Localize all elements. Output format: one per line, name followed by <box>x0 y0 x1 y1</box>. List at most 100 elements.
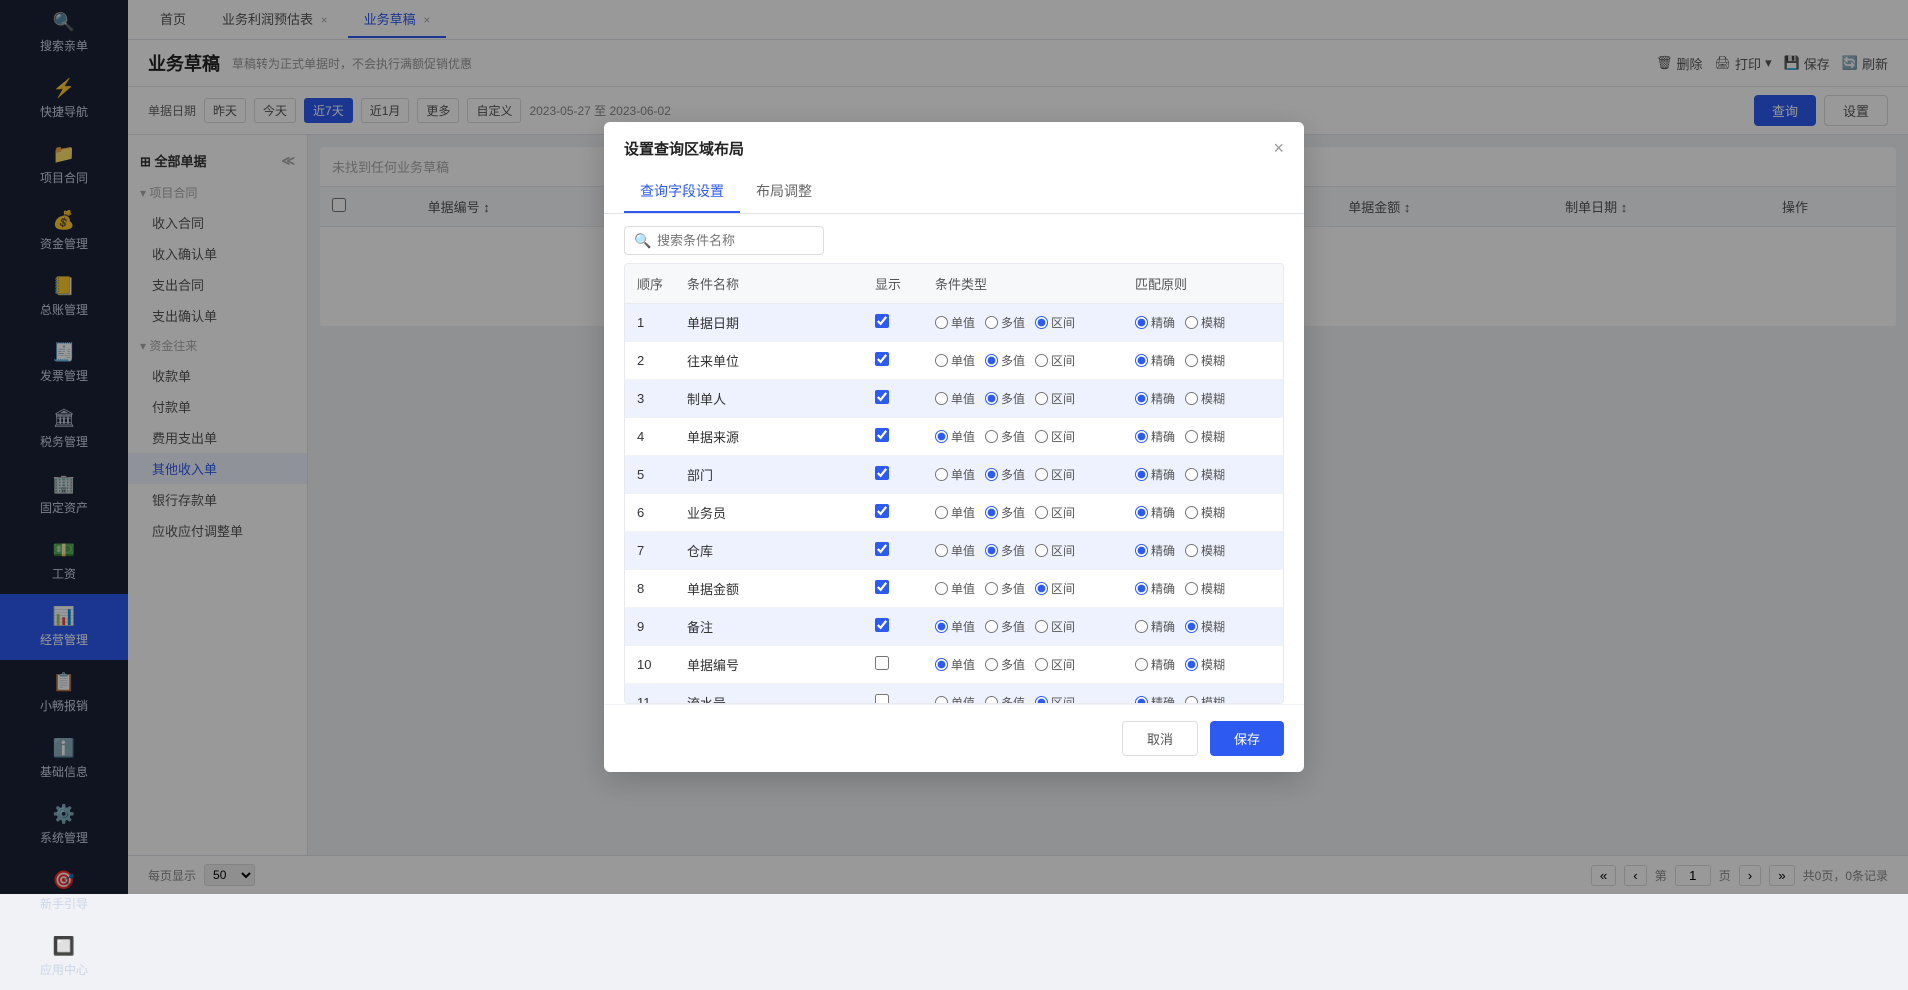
type-radio[interactable] <box>985 392 998 405</box>
match-radio-label[interactable]: 模糊 <box>1185 580 1225 597</box>
match-radio[interactable] <box>1135 696 1148 704</box>
type-radio[interactable] <box>935 582 948 595</box>
match-radio[interactable] <box>1185 430 1198 443</box>
type-radio-label[interactable]: 单值 <box>935 314 975 331</box>
match-radio[interactable] <box>1185 392 1198 405</box>
show-checkbox[interactable] <box>875 694 889 704</box>
dialog-tab-field-settings[interactable]: 查询字段设置 <box>624 171 740 213</box>
type-radio-label[interactable]: 单值 <box>935 580 975 597</box>
show-checkbox[interactable] <box>875 618 889 632</box>
show-checkbox[interactable] <box>875 314 889 328</box>
type-radio-label[interactable]: 区间 <box>1035 504 1075 521</box>
type-radio[interactable] <box>1035 354 1048 367</box>
type-radio-label[interactable]: 单值 <box>935 542 975 559</box>
dialog-tab-layout[interactable]: 布局调整 <box>740 171 828 213</box>
show-checkbox[interactable] <box>875 390 889 404</box>
type-radio[interactable] <box>1035 392 1048 405</box>
type-radio[interactable] <box>935 544 948 557</box>
match-radio-label[interactable]: 模糊 <box>1185 504 1225 521</box>
match-radio[interactable] <box>1185 544 1198 557</box>
match-radio-label[interactable]: 精确 <box>1135 618 1175 635</box>
show-checkbox[interactable] <box>875 542 889 556</box>
dialog-close-btn[interactable]: × <box>1273 138 1284 159</box>
type-radio-label[interactable]: 区间 <box>1035 618 1075 635</box>
type-radio[interactable] <box>1035 316 1048 329</box>
match-radio-label[interactable]: 精确 <box>1135 390 1175 407</box>
match-radio[interactable] <box>1135 658 1148 671</box>
type-radio-label[interactable]: 多值 <box>985 390 1025 407</box>
match-radio-label[interactable]: 精确 <box>1135 504 1175 521</box>
type-radio-label[interactable]: 多值 <box>985 314 1025 331</box>
type-radio[interactable] <box>985 316 998 329</box>
type-radio-label[interactable]: 多值 <box>985 542 1025 559</box>
match-radio-label[interactable]: 精确 <box>1135 352 1175 369</box>
match-radio-label[interactable]: 模糊 <box>1185 390 1225 407</box>
type-radio-label[interactable]: 区间 <box>1035 314 1075 331</box>
show-checkbox[interactable] <box>875 656 889 670</box>
match-radio-label[interactable]: 模糊 <box>1185 314 1225 331</box>
sidebar-item-apps[interactable]: 🔲 应用中心 <box>0 924 128 990</box>
type-radio-label[interactable]: 区间 <box>1035 656 1075 673</box>
match-radio[interactable] <box>1185 582 1198 595</box>
match-radio[interactable] <box>1135 392 1148 405</box>
type-radio-label[interactable]: 单值 <box>935 390 975 407</box>
match-radio[interactable] <box>1135 468 1148 481</box>
match-radio-label[interactable]: 精确 <box>1135 428 1175 445</box>
type-radio[interactable] <box>985 658 998 671</box>
match-radio-label[interactable]: 模糊 <box>1185 694 1225 704</box>
type-radio-label[interactable]: 区间 <box>1035 580 1075 597</box>
type-radio-label[interactable]: 区间 <box>1035 428 1075 445</box>
match-radio-label[interactable]: 模糊 <box>1185 618 1225 635</box>
type-radio[interactable] <box>985 620 998 633</box>
type-radio-label[interactable]: 区间 <box>1035 694 1075 704</box>
dialog-search-input[interactable] <box>624 226 824 255</box>
match-radio[interactable] <box>1135 354 1148 367</box>
type-radio[interactable] <box>985 430 998 443</box>
type-radio-label[interactable]: 单值 <box>935 656 975 673</box>
type-radio-label[interactable]: 区间 <box>1035 542 1075 559</box>
type-radio-label[interactable]: 单值 <box>935 352 975 369</box>
match-radio[interactable] <box>1135 544 1148 557</box>
type-radio-label[interactable]: 区间 <box>1035 466 1075 483</box>
type-radio[interactable] <box>935 430 948 443</box>
type-radio[interactable] <box>1035 506 1048 519</box>
type-radio[interactable] <box>985 544 998 557</box>
match-radio[interactable] <box>1185 468 1198 481</box>
save-button[interactable]: 保存 <box>1210 721 1284 756</box>
type-radio-label[interactable]: 单值 <box>935 428 975 445</box>
match-radio[interactable] <box>1185 506 1198 519</box>
show-checkbox[interactable] <box>875 428 889 442</box>
type-radio[interactable] <box>985 696 998 704</box>
type-radio[interactable] <box>1035 582 1048 595</box>
type-radio[interactable] <box>935 316 948 329</box>
show-checkbox[interactable] <box>875 580 889 594</box>
type-radio-label[interactable]: 单值 <box>935 694 975 704</box>
type-radio[interactable] <box>1035 620 1048 633</box>
match-radio[interactable] <box>1135 316 1148 329</box>
match-radio-label[interactable]: 模糊 <box>1185 466 1225 483</box>
type-radio[interactable] <box>985 506 998 519</box>
match-radio-label[interactable]: 精确 <box>1135 694 1175 704</box>
type-radio-label[interactable]: 多值 <box>985 656 1025 673</box>
type-radio[interactable] <box>935 620 948 633</box>
match-radio[interactable] <box>1135 620 1148 633</box>
match-radio[interactable] <box>1135 582 1148 595</box>
type-radio-label[interactable]: 多值 <box>985 428 1025 445</box>
match-radio-label[interactable]: 精确 <box>1135 314 1175 331</box>
type-radio[interactable] <box>985 582 998 595</box>
type-radio[interactable] <box>935 354 948 367</box>
type-radio[interactable] <box>985 354 998 367</box>
type-radio-label[interactable]: 多值 <box>985 580 1025 597</box>
type-radio[interactable] <box>935 506 948 519</box>
type-radio[interactable] <box>1035 544 1048 557</box>
type-radio[interactable] <box>1035 468 1048 481</box>
match-radio[interactable] <box>1185 354 1198 367</box>
match-radio[interactable] <box>1185 696 1198 704</box>
match-radio-label[interactable]: 模糊 <box>1185 542 1225 559</box>
type-radio-label[interactable]: 多值 <box>985 352 1025 369</box>
type-radio-label[interactable]: 区间 <box>1035 352 1075 369</box>
match-radio-label[interactable]: 精确 <box>1135 466 1175 483</box>
type-radio[interactable] <box>1035 696 1048 704</box>
match-radio[interactable] <box>1185 658 1198 671</box>
type-radio[interactable] <box>935 468 948 481</box>
